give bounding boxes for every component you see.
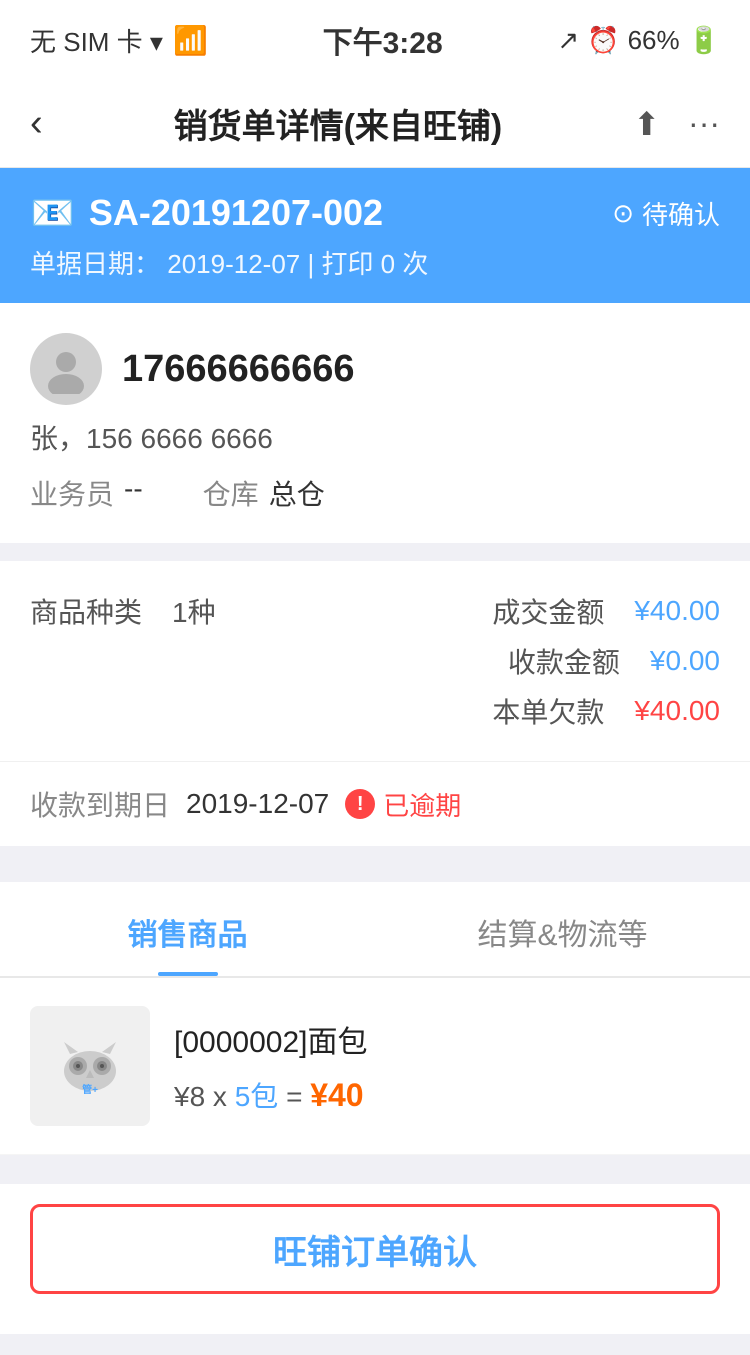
order-date-line: 单据日期： 2019-12-07 | 打印 0 次 [30,244,720,281]
warehouse-meta: 仓库 总仓 [203,473,325,513]
order-date: 2019-12-07 [167,249,300,279]
debt-amount-value: ¥40.00 [634,695,720,727]
alarm-icon: ⏰ [587,25,619,56]
product-quantity: 5包 [235,1081,279,1112]
customer-info: 17666666666 [122,348,354,391]
product-type-value: 1种 [172,591,216,631]
tab-sales-label: 销售商品 [128,919,248,952]
status-clock-icon: ⊙ [612,198,634,229]
customer-name: 张，156 6666 6666 [30,417,720,457]
due-date-value: 2019-12-07 [186,788,329,820]
product-name: [0000002]面包 [174,1017,720,1061]
due-date-section: 收款到期日 2019-12-07 ! 已逾期 [0,761,750,846]
more-icon[interactable]: ··· [688,105,720,142]
deal-amount-row: 成交金额 ¥40.00 [492,591,720,631]
warehouse-label: 仓库 [203,473,259,513]
sales-label: 业务员 [30,473,114,513]
confirm-btn-area: 旺铺订单确认 [0,1184,750,1334]
location-icon: ↗ [557,25,579,56]
product-price-line: ¥8 x 5包 = ¥40 [174,1075,720,1115]
debt-amount-row: 本单欠款 ¥40.00 [492,691,720,731]
overdue-text: 已逾期 [383,786,461,823]
warehouse-value: 总仓 [269,473,325,513]
battery-label: 66% [628,25,680,56]
overdue-badge: ! 已逾期 [345,786,461,823]
tabs-row: 销售商品 结算&物流等 [0,882,750,978]
collect-amount-row: 收款金额 ¥0.00 [508,641,720,681]
share-icon[interactable]: ⬆ [633,105,660,143]
date-label: 单据日期： [30,249,160,279]
confirm-order-button[interactable]: 旺铺订单确认 [30,1204,720,1294]
order-id: 📧 SA-20191207-002 [30,192,383,234]
avatar [30,333,102,405]
collect-amount-value: ¥0.00 [650,645,720,677]
svg-text:管+: 管+ [82,1083,98,1096]
tab-settlement-label: 结算&物流等 [477,919,647,952]
product-thumbnail: 管+ [30,1006,150,1126]
product-info: [0000002]面包 ¥8 x 5包 = ¥40 [174,1017,720,1115]
sales-value: -- [124,473,143,513]
tab-settlement[interactable]: 结算&物流等 [375,882,750,976]
status-text: 待确认 [642,195,720,232]
customer-section: 17666666666 张，156 6666 6666 业务员 -- 仓库 总仓 [0,303,750,543]
product-type-label: 商品种类 [30,591,142,631]
product-list: 管+ [0000002]面包 ¥8 x 5包 = ¥40 [0,978,750,1155]
amount-left: 商品种类 1种 [30,591,216,631]
sales-meta: 业务员 -- [30,473,143,513]
order-header-top: 📧 SA-20191207-002 ⊙ 待确认 [30,192,720,234]
product-equals: = [286,1081,310,1112]
product-price: ¥8 x [174,1081,235,1112]
amount-right: 成交金额 ¥40.00 收款金额 ¥0.00 本单欠款 ¥40.00 [492,591,720,731]
tab-sales-products[interactable]: 销售商品 [0,882,375,976]
back-button[interactable]: ‹ [30,102,43,145]
customer-meta: 业务员 -- 仓库 总仓 [30,473,720,513]
product-type-row: 商品种类 1种 [30,591,216,631]
status-right: ↗ ⏰ 66% 🔋 [557,25,720,56]
product-total: ¥40 [310,1077,363,1113]
print-info: | 打印 0 次 [307,249,428,279]
due-date-label: 收款到期日 [30,784,170,824]
product-item: 管+ [0000002]面包 ¥8 x 5包 = ¥40 [0,978,750,1155]
wifi-icon: 📶 [173,24,208,57]
deal-amount-label: 成交金额 [492,591,604,631]
divider-1 [0,543,750,561]
amount-section: 商品种类 1种 成交金额 ¥40.00 收款金额 ¥0.00 本单欠款 ¥40.… [0,561,750,761]
page-title: 销货单详情(来自旺铺) [174,99,503,148]
customer-top: 17666666666 [30,333,720,405]
status-time: 下午3:28 [323,18,443,62]
order-id-text: SA-20191207-002 [89,192,383,234]
deal-amount-value: ¥40.00 [634,595,720,627]
nav-actions: ⬆ ··· [633,105,720,143]
nav-bar: ‹ 销货单详情(来自旺铺) ⬆ ··· [0,80,750,168]
order-icon: 📧 [30,192,75,234]
status-bar: 无 SIM 卡 ▾ 📶 下午3:28 ↗ ⏰ 66% 🔋 [0,0,750,80]
no-sim-label: 无 SIM 卡 ▾ [30,22,163,59]
debt-amount-label: 本单欠款 [492,691,604,731]
product-logo-icon: 管+ [50,1036,130,1096]
collect-amount-label: 收款金额 [508,641,620,681]
amount-row: 商品种类 1种 成交金额 ¥40.00 收款金额 ¥0.00 本单欠款 ¥40.… [30,591,720,731]
status-left: 无 SIM 卡 ▾ 📶 [30,22,208,59]
overdue-icon: ! [345,789,375,819]
customer-phone: 17666666666 [122,348,354,391]
tabs-section: 销售商品 结算&物流等 [0,882,750,1155]
battery-icon: 🔋 [688,25,720,56]
order-header-banner: 📧 SA-20191207-002 ⊙ 待确认 单据日期： 2019-12-07… [0,168,750,303]
order-status: ⊙ 待确认 [612,195,720,232]
divider-2 [0,846,750,864]
